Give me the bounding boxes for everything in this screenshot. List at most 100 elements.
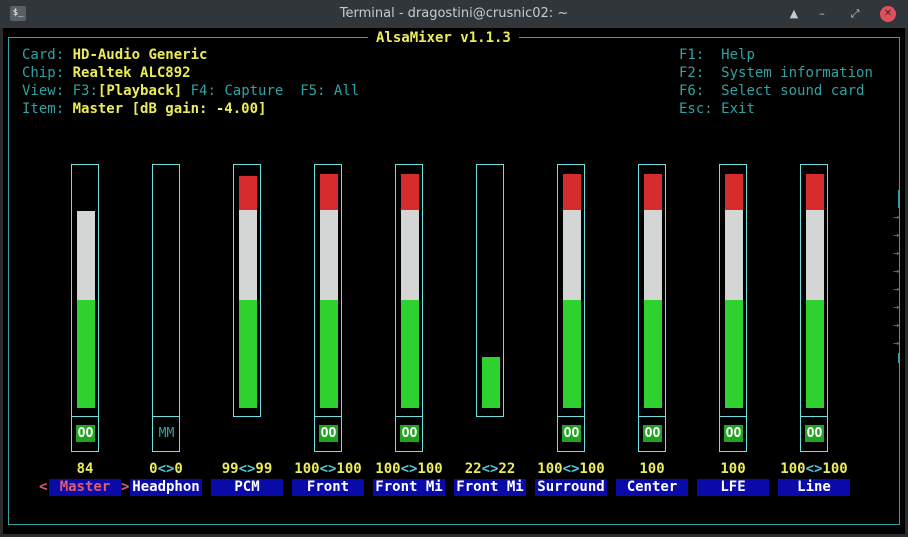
channel-name[interactable]: Center: [616, 479, 688, 496]
selected-left-marker: <: [39, 479, 48, 495]
mute-box[interactable]: OO: [71, 416, 99, 452]
volume-left: 0: [149, 461, 158, 477]
minimize-button[interactable]: –: [815, 7, 829, 21]
channel-name[interactable]: Master: [49, 479, 121, 496]
scroll-right-arrow-icon[interactable]: →: [893, 285, 899, 295]
channel-name[interactable]: LFE: [697, 479, 769, 496]
level-white-segment: [401, 210, 419, 300]
volume-gauge[interactable]: [314, 164, 342, 417]
scroll-right-arrow-icon[interactable]: →: [893, 339, 899, 349]
volume-separator: <>: [562, 461, 580, 477]
volume-gauge[interactable]: [800, 164, 828, 417]
scroll-right-arrow-icon[interactable]: →: [893, 321, 899, 331]
level-green-segment: [401, 300, 419, 408]
mute-toggle[interactable]: OO: [400, 425, 419, 442]
channel-name[interactable]: Line: [778, 479, 850, 496]
channel-name[interactable]: Front Mi: [454, 479, 526, 496]
view-all[interactable]: F5: All: [300, 83, 359, 99]
level-white-segment: [239, 210, 257, 300]
mute-toggle[interactable]: OO: [319, 425, 338, 442]
volume-right: 100: [336, 461, 362, 477]
level-white-segment: [320, 210, 338, 300]
view-label: View:: [22, 83, 65, 99]
card-value: HD-Audio Generic: [72, 47, 208, 63]
level-red-segment: [806, 174, 824, 210]
item-info: Item: Master [dB gain: -4.00]: [22, 100, 266, 118]
level-white-segment: [725, 210, 743, 300]
scroll-right-arrow-icon[interactable]: →: [893, 249, 899, 259]
level-red-segment: [401, 174, 419, 210]
channel-name[interactable]: Surround: [535, 479, 607, 496]
level-red-segment: [239, 176, 257, 210]
volume-gauge[interactable]: [233, 164, 261, 417]
help-f2[interactable]: F2: System information: [679, 64, 873, 82]
mute-box[interactable]: OO: [638, 416, 666, 452]
help-f1[interactable]: F1: Help: [679, 46, 755, 64]
chip-info: Chip: Realtek ALC892: [22, 64, 191, 82]
scroll-line-bottom: [898, 353, 899, 363]
volume-value: 100<>100: [531, 461, 611, 477]
mute-toggle[interactable]: OO: [562, 425, 581, 442]
mute-box[interactable]: OO: [800, 416, 828, 452]
mute-toggle[interactable]: OO: [643, 425, 662, 442]
mute-toggle[interactable]: OO: [724, 425, 743, 442]
app-title: AlsaMixer v1.1.3: [368, 28, 519, 48]
help-f6[interactable]: F6: Select sound card: [679, 82, 864, 100]
level-green-segment: [725, 300, 743, 408]
chip-label: Chip:: [22, 65, 65, 81]
close-button[interactable]: ✕: [880, 6, 896, 22]
volume-right: 0: [174, 461, 183, 477]
volume-right: 100: [822, 461, 848, 477]
mute-toggle[interactable]: MM: [157, 425, 176, 442]
channel-name[interactable]: Front: [292, 479, 364, 496]
mute-box[interactable]: OO: [719, 416, 747, 452]
scroll-right-arrow-icon[interactable]: →: [893, 303, 899, 313]
channel-name[interactable]: PCM: [211, 479, 283, 496]
volume-left: 99: [221, 461, 239, 477]
volume-right: 100: [579, 461, 605, 477]
channel-name[interactable]: Headphon: [130, 479, 202, 496]
volume-gauge[interactable]: [638, 164, 666, 417]
volume-gauge[interactable]: [719, 164, 747, 417]
window-title: Terminal - dragostini@crusnic02: ~: [339, 6, 569, 21]
scroll-right-arrow-icon[interactable]: →: [893, 213, 899, 223]
mute-toggle[interactable]: OO: [805, 425, 824, 442]
volume-value: 100<>100: [369, 461, 449, 477]
mute-box[interactable]: OO: [557, 416, 585, 452]
level-green-segment: [320, 300, 338, 408]
volume-left: 100: [294, 461, 320, 477]
level-green-segment: [563, 300, 581, 408]
volume-left: 100: [780, 461, 806, 477]
view-f3-key: F3:: [72, 83, 98, 99]
mute-box[interactable]: OO: [395, 416, 423, 452]
mute-box[interactable]: MM: [152, 416, 180, 452]
channel-name[interactable]: Front Mi: [373, 479, 445, 496]
volume-right: 99: [255, 461, 273, 477]
level-green-segment: [806, 300, 824, 408]
scroll-right-arrow-icon[interactable]: →: [893, 231, 899, 241]
volume-gauge[interactable]: [152, 164, 180, 417]
level-white-segment: [644, 210, 662, 300]
volume-separator: <>: [400, 461, 418, 477]
volume-gauge[interactable]: [71, 164, 99, 417]
level-red-segment: [563, 174, 581, 210]
volume-value: 100: [720, 461, 746, 477]
mute-box[interactable]: OO: [314, 416, 342, 452]
view-capture[interactable]: F4: Capture: [191, 83, 284, 99]
level-white-segment: [77, 211, 95, 300]
mute-toggle[interactable]: OO: [76, 425, 95, 442]
scroll-right-arrow-icon[interactable]: →: [893, 267, 899, 277]
maximize-button[interactable]: ⤢: [848, 7, 862, 21]
volume-gauge[interactable]: [395, 164, 423, 417]
volume-left: 100: [375, 461, 401, 477]
keep-above-button[interactable]: ▲: [787, 7, 801, 21]
volume-value: 100<>100: [774, 461, 854, 477]
level-white-segment: [563, 210, 581, 300]
volume-gauge[interactable]: [476, 164, 504, 417]
help-esc[interactable]: Esc: Exit: [679, 100, 755, 118]
volume-gauge[interactable]: [557, 164, 585, 417]
volume-separator: <>: [319, 461, 337, 477]
volume-left: 22: [464, 461, 482, 477]
view-playback[interactable]: [Playback]: [98, 83, 182, 99]
chip-value: Realtek ALC892: [72, 65, 191, 81]
